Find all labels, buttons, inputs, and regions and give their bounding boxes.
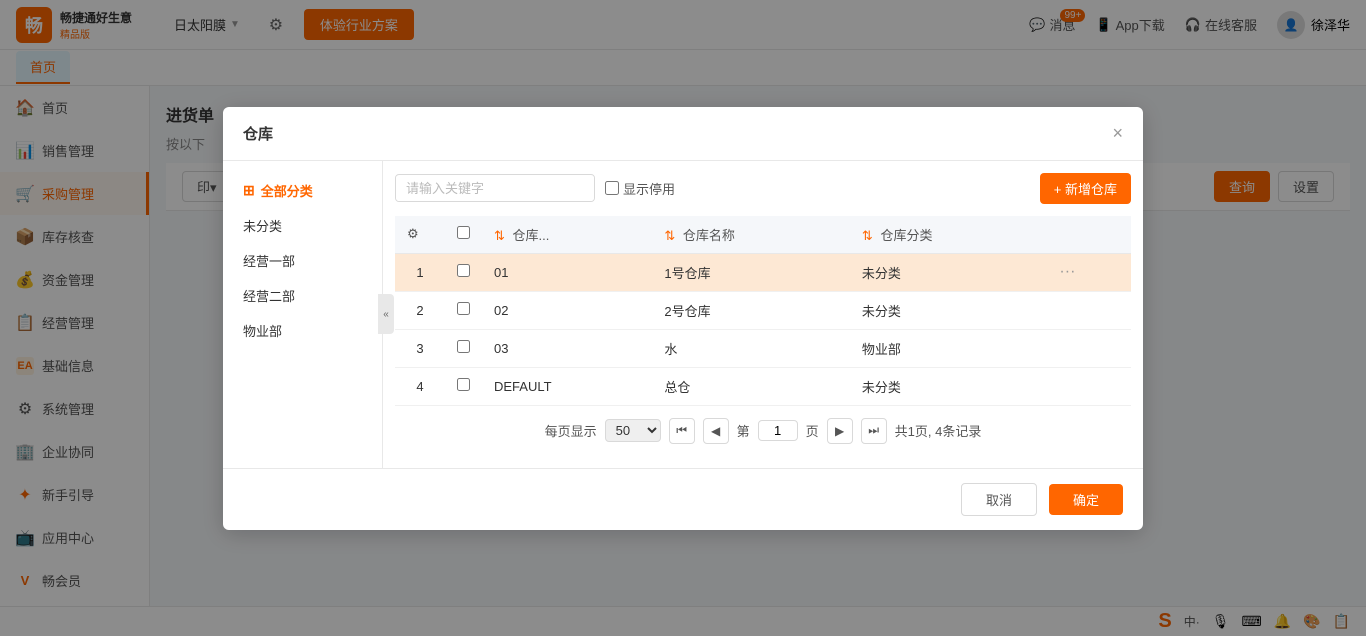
row-checkbox-2[interactable] [457, 302, 470, 315]
row-name: 总仓 [652, 367, 850, 405]
table-row[interactable]: 4 DEFAULT 总仓 未分类 [395, 367, 1131, 405]
row-actions [1047, 291, 1131, 329]
warehouse-modal: 仓库 × ⊞ 全部分类 未分类 经营一部 经营二部 [223, 107, 1143, 530]
col-header-category: ⇅ 仓库分类 [850, 216, 1048, 254]
row-name: 1号仓库 [652, 253, 850, 291]
cat-label-all: 全部分类 [261, 181, 313, 200]
page-size-select[interactable]: 50 20 100 [605, 419, 661, 442]
row-check [445, 253, 482, 291]
table-row[interactable]: 3 03 水 物业部 [395, 329, 1131, 367]
col-header-code: ⇅ 仓库... [482, 216, 652, 254]
last-page-button[interactable]: ⏭ [861, 418, 887, 444]
category-sidebar: ⊞ 全部分类 未分类 经营一部 经营二部 物业部 « [223, 161, 383, 468]
col-header-gear: ⚙ [395, 216, 445, 254]
row-category: 未分类 [850, 291, 1048, 329]
row-check [445, 367, 482, 405]
select-all-checkbox[interactable] [457, 226, 470, 239]
warehouse-table: ⚙ ⇅ 仓库... ⇅ 仓库名称 [395, 216, 1131, 406]
row-dots-button-1[interactable]: ··· [1059, 263, 1075, 280]
page-unit: 页 [806, 421, 819, 440]
row-name: 2号仓库 [652, 291, 850, 329]
cat-label-dept1: 经营一部 [243, 251, 295, 270]
modal-body: ⊞ 全部分类 未分类 经营一部 经营二部 物业部 « [223, 161, 1143, 468]
col-header-name: ⇅ 仓库名称 [652, 216, 850, 254]
cat-label-dept2: 经营二部 [243, 286, 295, 305]
first-page-button[interactable]: ⏮ [669, 418, 695, 444]
grid-icon: ⊞ [243, 182, 255, 199]
row-check [445, 291, 482, 329]
col-header-actions [1047, 216, 1131, 254]
row-code: DEFAULT [482, 367, 652, 405]
search-input[interactable] [396, 176, 592, 201]
add-warehouse-button[interactable]: + 新增仓库 [1040, 173, 1131, 204]
cat-item-property[interactable]: 物业部 [223, 313, 382, 348]
collapse-icon: « [383, 309, 389, 320]
row-actions: ··· [1047, 253, 1131, 291]
row-code: 02 [482, 291, 652, 329]
page-label: 第 [737, 421, 750, 440]
cancel-button[interactable]: 取消 [961, 483, 1037, 516]
row-checkbox-4[interactable] [457, 378, 470, 391]
page-number-input[interactable] [758, 420, 798, 441]
cat-item-dept2[interactable]: 经营二部 [223, 278, 382, 313]
show-disabled-text: 显示停用 [623, 179, 675, 198]
row-checkbox-3[interactable] [457, 340, 470, 353]
show-disabled-label: 显示停用 [605, 179, 675, 198]
sort-icon-category: ⇅ [862, 228, 873, 243]
row-num: 2 [395, 291, 445, 329]
search-button[interactable]: 🔍 [592, 175, 595, 201]
next-page-button[interactable]: ▶ [827, 418, 853, 444]
cat-label-unclassified: 未分类 [243, 216, 282, 235]
modal-header: 仓库 × [223, 107, 1143, 161]
row-num: 4 [395, 367, 445, 405]
row-name: 水 [652, 329, 850, 367]
row-actions [1047, 329, 1131, 367]
modal-close-button[interactable]: × [1112, 124, 1123, 142]
confirm-button[interactable]: 确定 [1049, 484, 1123, 515]
cat-label-property: 物业部 [243, 321, 282, 340]
collapse-button[interactable]: « [378, 294, 394, 334]
table-scroll-area: ⚙ ⇅ 仓库... ⇅ 仓库名称 [395, 216, 1131, 406]
row-num: 3 [395, 329, 445, 367]
sort-icon-code: ⇅ [494, 228, 505, 243]
row-checkbox-1[interactable] [457, 264, 470, 277]
search-box: 🔍 [395, 174, 595, 202]
modal-footer: 取消 确定 [223, 468, 1143, 530]
modal-title: 仓库 [243, 123, 273, 144]
row-category: 未分类 [850, 253, 1048, 291]
cat-item-unclassified[interactable]: 未分类 [223, 208, 382, 243]
row-check [445, 329, 482, 367]
total-info: 共1页, 4条记录 [895, 421, 982, 440]
page-size-label: 每页显示 [545, 421, 597, 440]
row-code: 03 [482, 329, 652, 367]
row-code: 01 [482, 253, 652, 291]
row-category: 未分类 [850, 367, 1048, 405]
table-row[interactable]: 2 02 2号仓库 未分类 [395, 291, 1131, 329]
modal-overlay: 仓库 × ⊞ 全部分类 未分类 经营一部 经营二部 [0, 0, 1366, 636]
table-row[interactable]: 1 01 1号仓库 未分类 ··· [395, 253, 1131, 291]
row-num: 1 [395, 253, 445, 291]
cat-item-all[interactable]: ⊞ 全部分类 [223, 173, 382, 208]
show-disabled-checkbox[interactable] [605, 181, 619, 195]
sort-icon-name: ⇅ [664, 228, 675, 243]
col-header-check [445, 216, 482, 254]
row-actions [1047, 367, 1131, 405]
pagination-bar: 每页显示 50 20 100 ⏮ ◀ 第 页 ▶ ⏭ 共1页, 4条记录 [395, 406, 1131, 456]
table-toolbar: 🔍 显示停用 + 新增仓库 [395, 173, 1131, 204]
row-category: 物业部 [850, 329, 1048, 367]
table-area: 🔍 显示停用 + 新增仓库 ⚙ [383, 161, 1143, 468]
cat-item-dept1[interactable]: 经营一部 [223, 243, 382, 278]
prev-page-button[interactable]: ◀ [703, 418, 729, 444]
